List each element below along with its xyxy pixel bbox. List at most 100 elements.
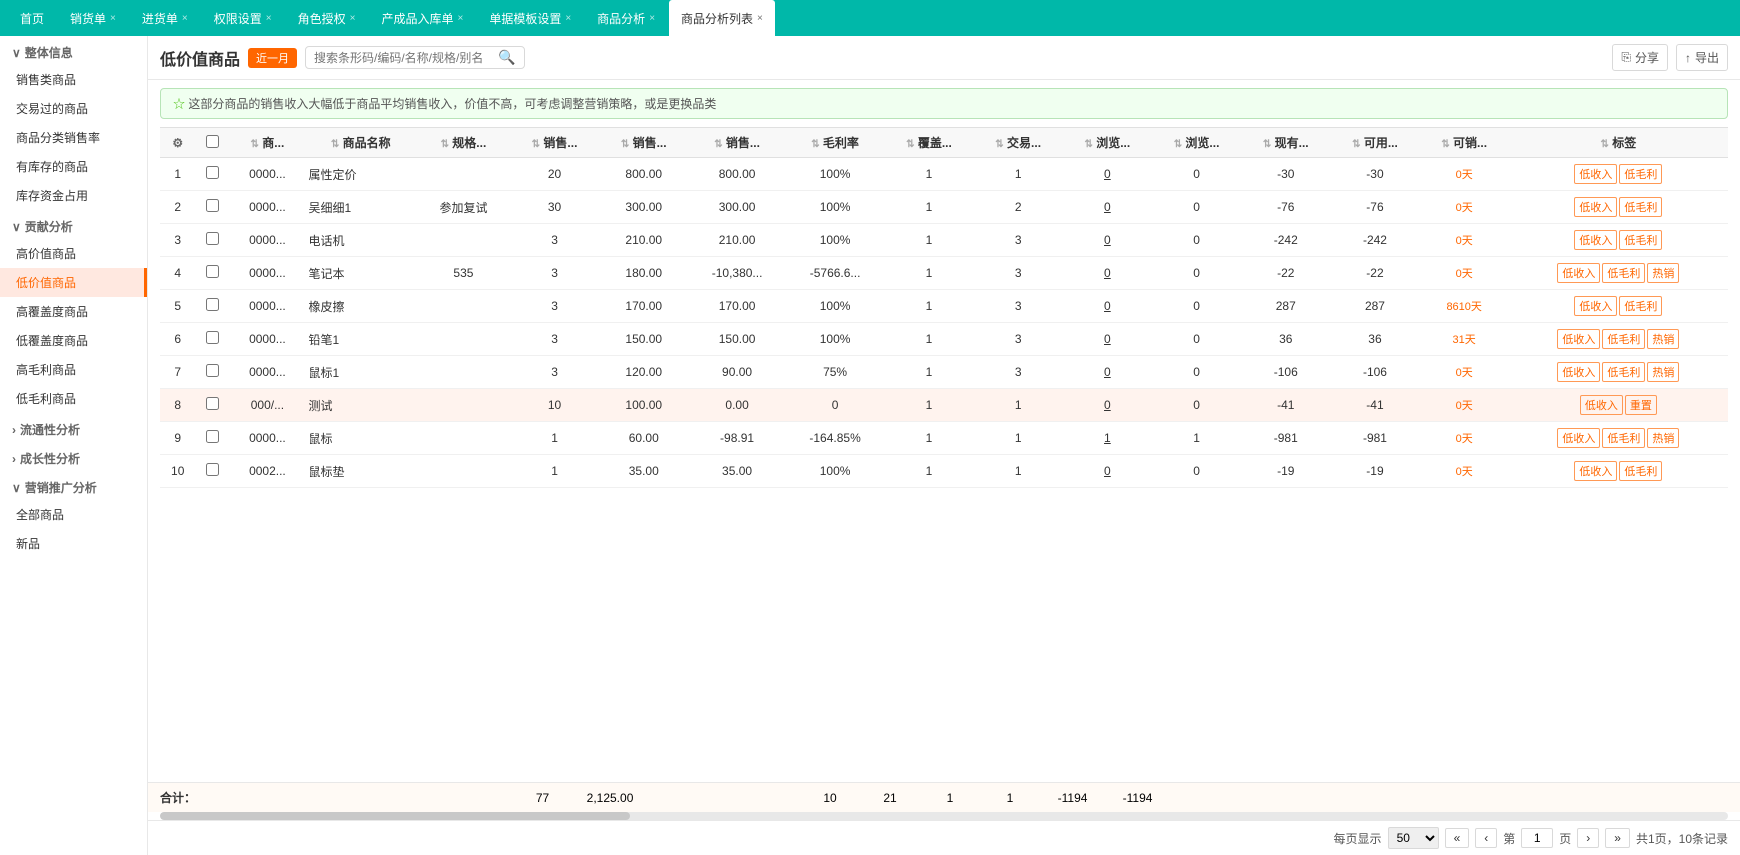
td-checkbox[interactable] xyxy=(195,455,230,488)
row-checkbox[interactable] xyxy=(206,199,219,212)
th-code[interactable]: ⇅ 商... xyxy=(230,128,304,158)
nav-purchase[interactable]: 进货单 × xyxy=(130,0,200,36)
row-checkbox[interactable] xyxy=(206,232,219,245)
view1-link[interactable]: 0 xyxy=(1104,332,1111,346)
search-input[interactable] xyxy=(314,51,494,65)
th-view1[interactable]: ⇅ 浏览... xyxy=(1063,128,1152,158)
th-saleable[interactable]: ⇅ 可销... xyxy=(1420,128,1509,158)
th-trade[interactable]: ⇅ 交易... xyxy=(974,128,1063,158)
th-spec[interactable]: ⇅ 规格... xyxy=(417,128,510,158)
view1-link[interactable]: 0 xyxy=(1104,299,1111,313)
th-col6[interactable]: ⇅ 销售... xyxy=(599,128,688,158)
td-checkbox[interactable] xyxy=(195,191,230,224)
sidebar-item-low-profit[interactable]: 低毛利商品 xyxy=(0,384,147,413)
close-icon[interactable]: × xyxy=(266,13,272,24)
nav-role[interactable]: 角色授权 × xyxy=(286,0,368,36)
sidebar-item-new-goods[interactable]: 新品 xyxy=(0,529,147,558)
close-icon[interactable]: × xyxy=(182,13,188,24)
sidebar-item-all-goods[interactable]: 全部商品 xyxy=(0,500,147,529)
nav-permission[interactable]: 权限设置 × xyxy=(202,0,284,36)
td-view1[interactable]: 0 xyxy=(1063,323,1152,356)
td-checkbox[interactable] xyxy=(195,389,230,422)
sidebar-group-overall[interactable]: ∨ 整体信息 xyxy=(0,36,147,65)
td-view1[interactable]: 0 xyxy=(1063,191,1152,224)
sidebar-item-high-profit[interactable]: 高毛利商品 xyxy=(0,355,147,384)
sidebar-item-in-stock[interactable]: 有库存的商品 xyxy=(0,152,147,181)
nav-product-in[interactable]: 产成品入库单 × xyxy=(369,0,475,36)
view1-link[interactable]: 0 xyxy=(1104,200,1111,214)
view1-link[interactable]: 0 xyxy=(1104,464,1111,478)
td-view1[interactable]: 0 xyxy=(1063,356,1152,389)
td-checkbox[interactable] xyxy=(195,323,230,356)
th-settings[interactable]: ⚙ xyxy=(160,128,195,158)
share-button[interactable]: ⎘ 分享 xyxy=(1612,44,1668,71)
first-page-button[interactable]: « xyxy=(1445,828,1470,848)
td-view1[interactable]: 0 xyxy=(1063,224,1152,257)
td-view1[interactable]: 0 xyxy=(1063,389,1152,422)
search-icon[interactable]: 🔍 xyxy=(498,49,515,66)
close-icon[interactable]: × xyxy=(350,13,356,24)
view1-link[interactable]: 1 xyxy=(1104,431,1111,445)
sidebar-group-flow[interactable]: › 流通性分析 xyxy=(0,413,147,442)
sidebar-item-high-coverage[interactable]: 高覆盖度商品 xyxy=(0,297,147,326)
sidebar-group-growth[interactable]: › 成长性分析 xyxy=(0,442,147,471)
per-page-select[interactable]: 50 100 200 xyxy=(1388,827,1439,849)
td-checkbox[interactable] xyxy=(195,290,230,323)
sidebar-item-stock-capital[interactable]: 库存资金占用 xyxy=(0,181,147,210)
sidebar-item-traded[interactable]: 交易过的商品 xyxy=(0,94,147,123)
td-checkbox[interactable] xyxy=(195,356,230,389)
row-checkbox[interactable] xyxy=(206,298,219,311)
th-checkbox[interactable] xyxy=(195,128,230,158)
th-available[interactable]: ⇅ 可用... xyxy=(1330,128,1419,158)
view1-link[interactable]: 0 xyxy=(1104,167,1111,181)
view1-link[interactable]: 0 xyxy=(1104,365,1111,379)
sidebar-item-category-rate[interactable]: 商品分类销售率 xyxy=(0,123,147,152)
td-view1[interactable]: 0 xyxy=(1063,290,1152,323)
nav-product-analysis[interactable]: 商品分析 × xyxy=(585,0,667,36)
th-tags[interactable]: ⇅ 标签 xyxy=(1509,128,1728,158)
th-name[interactable]: ⇅ 商品名称 xyxy=(305,128,417,158)
td-checkbox[interactable] xyxy=(195,257,230,290)
last-page-button[interactable]: » xyxy=(1605,828,1630,848)
view1-link[interactable]: 0 xyxy=(1104,398,1111,412)
export-button[interactable]: ↑ 导出 xyxy=(1676,44,1728,71)
td-view1[interactable]: 0 xyxy=(1063,158,1152,191)
th-col5[interactable]: ⇅ 销售... xyxy=(510,128,599,158)
sidebar-item-low-coverage[interactable]: 低覆盖度商品 xyxy=(0,326,147,355)
close-icon[interactable]: × xyxy=(757,13,763,24)
row-checkbox[interactable] xyxy=(206,166,219,179)
nav-sales[interactable]: 销货单 × xyxy=(58,0,128,36)
row-checkbox[interactable] xyxy=(206,364,219,377)
filter-tag-button[interactable]: 近一月 xyxy=(248,48,297,68)
th-profit-rate[interactable]: ⇅ 毛利率 xyxy=(786,128,885,158)
settings-icon[interactable]: ⚙ xyxy=(172,136,183,150)
sidebar-group-marketing[interactable]: ∨ 营销推广分析 xyxy=(0,471,147,500)
nav-home[interactable]: 首页 xyxy=(8,0,56,36)
prev-page-button[interactable]: ‹ xyxy=(1475,828,1497,848)
sidebar-item-sales-goods[interactable]: 销售类商品 xyxy=(0,65,147,94)
th-current-stock[interactable]: ⇅ 现有... xyxy=(1241,128,1330,158)
td-view1[interactable]: 1 xyxy=(1063,422,1152,455)
row-checkbox[interactable] xyxy=(206,430,219,443)
view1-link[interactable]: 0 xyxy=(1104,233,1111,247)
row-checkbox[interactable] xyxy=(206,463,219,476)
sidebar-item-high-value[interactable]: 高价值商品 xyxy=(0,239,147,268)
horizontal-scrollbar[interactable] xyxy=(160,812,1728,820)
select-all-checkbox[interactable] xyxy=(206,135,219,148)
td-view1[interactable]: 0 xyxy=(1063,455,1152,488)
row-checkbox[interactable] xyxy=(206,397,219,410)
th-coverage[interactable]: ⇅ 覆盖... xyxy=(884,128,973,158)
td-checkbox[interactable] xyxy=(195,224,230,257)
page-number-input[interactable] xyxy=(1521,828,1553,848)
nav-analysis-list[interactable]: 商品分析列表 × xyxy=(669,0,775,36)
th-col7[interactable]: ⇅ 销售... xyxy=(688,128,785,158)
table-container[interactable]: ⚙ ⇅ 商... ⇅ 商品名称 ⇅ 规格... ⇅ 销售... ⇅ 销售... … xyxy=(148,127,1740,782)
close-icon[interactable]: × xyxy=(457,13,463,24)
view1-link[interactable]: 0 xyxy=(1104,266,1111,280)
td-checkbox[interactable] xyxy=(195,158,230,191)
close-icon[interactable]: × xyxy=(110,13,116,24)
next-page-button[interactable]: › xyxy=(1577,828,1599,848)
row-checkbox[interactable] xyxy=(206,265,219,278)
sidebar-item-low-value[interactable]: 低价值商品 xyxy=(0,268,147,297)
th-view2[interactable]: ⇅ 浏览... xyxy=(1152,128,1241,158)
